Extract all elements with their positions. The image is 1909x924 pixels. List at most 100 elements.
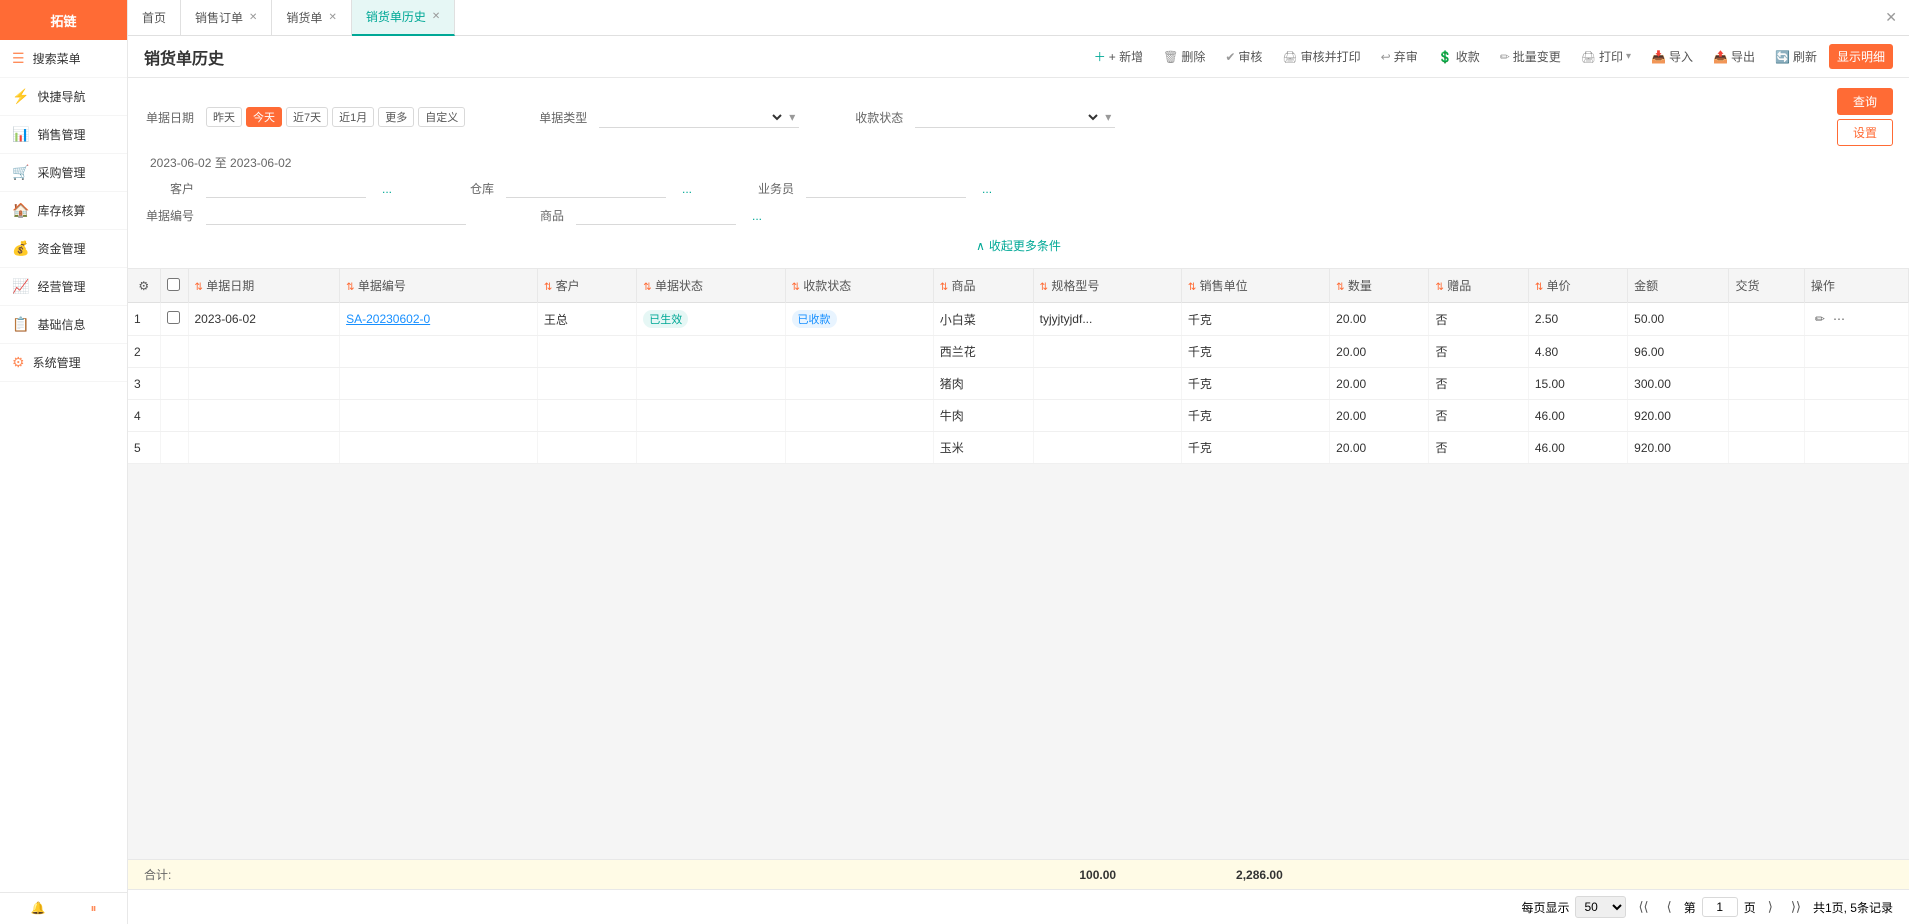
collapse-filter-button[interactable]: ∧ 收起更多条件 <box>976 233 1061 258</box>
doc-no-input[interactable] <box>206 206 466 225</box>
page-title: 销货单历史 <box>144 45 224 69</box>
row-trade <box>1729 432 1804 464</box>
display-detail-button[interactable]: 显示明细 <box>1829 44 1893 69</box>
col-goods[interactable]: ⇅ 商品 <box>933 269 1033 303</box>
main-content: 首页 销售订单 ✕ 销货单 ✕ 销货单历史 ✕ ✕ 销货单历史 ＋ + 新增 🗑… <box>128 0 1909 924</box>
sidebar-item-sales[interactable]: 📊 销售管理 <box>0 116 127 154</box>
payment-status-label: 收款状态 <box>853 109 903 126</box>
row-gift: 否 <box>1429 336 1528 368</box>
col-doc-date[interactable]: ⇅ 单据日期 <box>188 269 340 303</box>
row-amount: 920.00 <box>1628 400 1729 432</box>
row-checkbox[interactable] <box>167 311 180 324</box>
collect-icon: 💲 <box>1438 50 1453 64</box>
sidebar-item-purchase[interactable]: 🛒 采购管理 <box>0 154 127 192</box>
row-unit: 千克 <box>1181 400 1329 432</box>
sidebar-item-sys-mgmt[interactable]: ⚙ 系统管理 <box>0 344 127 382</box>
tab-sales-delivery-close[interactable]: ✕ <box>328 12 336 23</box>
refresh-button[interactable]: 🔄 刷新 <box>1767 44 1825 69</box>
abandon-button[interactable]: ↩ 弃审 <box>1373 44 1426 69</box>
data-table: ⚙ ⇅ 单据日期 ⇅ 单据编号 ⇅ 客户 ⇅ 单据状态 ⇅ 收款状态 ⇅ 商品 … <box>128 269 1909 464</box>
col-spec[interactable]: ⇅ 规格型号 <box>1033 269 1181 303</box>
table-row: 3 猪肉 千克 20.00 否 15.00 300.00 <box>128 368 1909 400</box>
col-customer[interactable]: ⇅ 客户 <box>537 269 636 303</box>
salesperson-input[interactable] <box>806 179 966 198</box>
sidebar-item-inventory-label: 库存核算 <box>37 202 85 219</box>
sidebar-item-finance[interactable]: 💰 资金管理 <box>0 230 127 268</box>
tab-sales-history-close[interactable]: ✕ <box>432 11 440 22</box>
row-num-cell: 3 <box>128 368 160 400</box>
set-button[interactable]: 设置 <box>1837 119 1893 146</box>
date-btn-7days[interactable]: 近7天 <box>286 107 328 127</box>
col-qty[interactable]: ⇅ 数量 <box>1330 269 1429 303</box>
salesperson-dots-btn[interactable]: ... <box>978 182 996 196</box>
batch-change-button[interactable]: ✏ 批量变更 <box>1492 44 1569 69</box>
date-btn-more[interactable]: 更多 <box>378 107 414 127</box>
select-all-checkbox[interactable] <box>167 278 180 291</box>
sidebar-item-quick-nav[interactable]: ⚡ 快捷导航 <box>0 78 127 116</box>
customer-input[interactable] <box>206 179 366 198</box>
notification-icon[interactable]: 🔔 <box>31 901 46 916</box>
col-gift[interactable]: ⇅ 赠品 <box>1429 269 1528 303</box>
export-button[interactable]: 📤 导出 <box>1705 44 1763 69</box>
close-all-tabs[interactable]: ✕ <box>1873 9 1909 26</box>
sidebar-item-inventory[interactable]: 🏠 库存核算 <box>0 192 127 230</box>
sidebar-item-ops[interactable]: 📈 经营管理 <box>0 268 127 306</box>
row-qty: 20.00 <box>1330 432 1429 464</box>
row-more-btn[interactable]: ⋯ <box>1829 311 1849 327</box>
doc-type-select[interactable] <box>599 107 785 127</box>
date-btn-today[interactable]: 今天 <box>246 107 282 127</box>
audit-button[interactable]: ✔ 审核 <box>1217 44 1270 69</box>
new-button[interactable]: ＋ + 新增 <box>1086 44 1151 69</box>
collect-button[interactable]: 💲 收款 <box>1430 44 1488 69</box>
payment-status-select[interactable] <box>915 107 1101 127</box>
print-button[interactable]: 🖨 打印 ▾ <box>1573 44 1639 69</box>
col-settings[interactable]: ⚙ <box>128 269 160 303</box>
col-payment-status[interactable]: ⇅ 收款状态 <box>785 269 933 303</box>
date-filter-label: 单据日期 <box>144 109 194 126</box>
date-btn-yesterday[interactable]: 昨天 <box>206 107 242 127</box>
warehouse-dots-btn[interactable]: ... <box>678 182 696 196</box>
col-doc-no[interactable]: ⇅ 单据编号 <box>340 269 538 303</box>
first-page-btn[interactable]: ⟨⟨ <box>1632 897 1654 917</box>
sidebar-item-base-info[interactable]: 📋 基础信息 <box>0 306 127 344</box>
row-qty: 20.00 <box>1330 368 1429 400</box>
sidebar-item-search-menu[interactable]: ☰ 搜索菜单 <box>0 40 127 78</box>
row-num-cell: 2 <box>128 336 160 368</box>
page-number-input[interactable] <box>1702 897 1738 917</box>
abandon-icon: ↩ <box>1381 50 1391 64</box>
date-btn-custom[interactable]: 自定义 <box>418 107 465 127</box>
row-goods: 牛肉 <box>933 400 1033 432</box>
goods-input[interactable] <box>576 206 736 225</box>
col-amount: 金额 <box>1628 269 1729 303</box>
col-unit-price[interactable]: ⇅ 单价 <box>1528 269 1627 303</box>
audit-print-icon: 🖨 <box>1282 50 1297 64</box>
delete-button[interactable]: 🗑 删除 <box>1155 44 1213 69</box>
per-page-select[interactable]: 20 50 100 <box>1575 896 1626 918</box>
row-edit-btn[interactable]: ✏ <box>1811 311 1829 327</box>
date-btn-1month[interactable]: 近1月 <box>332 107 374 127</box>
import-button[interactable]: 📥 导入 <box>1643 44 1701 69</box>
warehouse-input[interactable] <box>506 179 666 198</box>
total-label: 合计: <box>144 866 171 883</box>
tab-bar: 首页 销售订单 ✕ 销货单 ✕ 销货单历史 ✕ ✕ <box>128 0 1909 36</box>
pause-icon[interactable]: ⏸ <box>90 901 96 916</box>
tab-sales-delivery[interactable]: 销货单 ✕ <box>272 0 351 36</box>
last-page-btn[interactable]: ⟩⟩ <box>1785 897 1807 917</box>
next-page-btn[interactable]: ⟩ <box>1762 897 1779 917</box>
tab-home[interactable]: 首页 <box>128 0 181 36</box>
doc-no-link[interactable]: SA-20230602-0 <box>346 312 430 326</box>
prev-page-btn[interactable]: ⟨ <box>1661 897 1678 917</box>
customer-dots-btn[interactable]: ... <box>378 182 396 196</box>
row-unit: 千克 <box>1181 303 1329 336</box>
tab-sales-order-close[interactable]: ✕ <box>249 12 257 23</box>
refresh-icon: 🔄 <box>1775 50 1790 64</box>
col-doc-status[interactable]: ⇅ 单据状态 <box>637 269 785 303</box>
goods-dots-btn[interactable]: ... <box>748 209 766 223</box>
audit-print-button[interactable]: 🖨 审核并打印 <box>1274 44 1368 69</box>
search-button[interactable]: 查询 <box>1837 88 1893 115</box>
goods-label: 商品 <box>514 207 564 224</box>
tab-sales-history[interactable]: 销货单历史 ✕ <box>352 0 455 36</box>
tab-sales-order[interactable]: 销售订单 ✕ <box>181 0 272 36</box>
col-unit[interactable]: ⇅ 销售单位 <box>1181 269 1329 303</box>
sys-mgmt-icon: ⚙ <box>12 354 25 371</box>
